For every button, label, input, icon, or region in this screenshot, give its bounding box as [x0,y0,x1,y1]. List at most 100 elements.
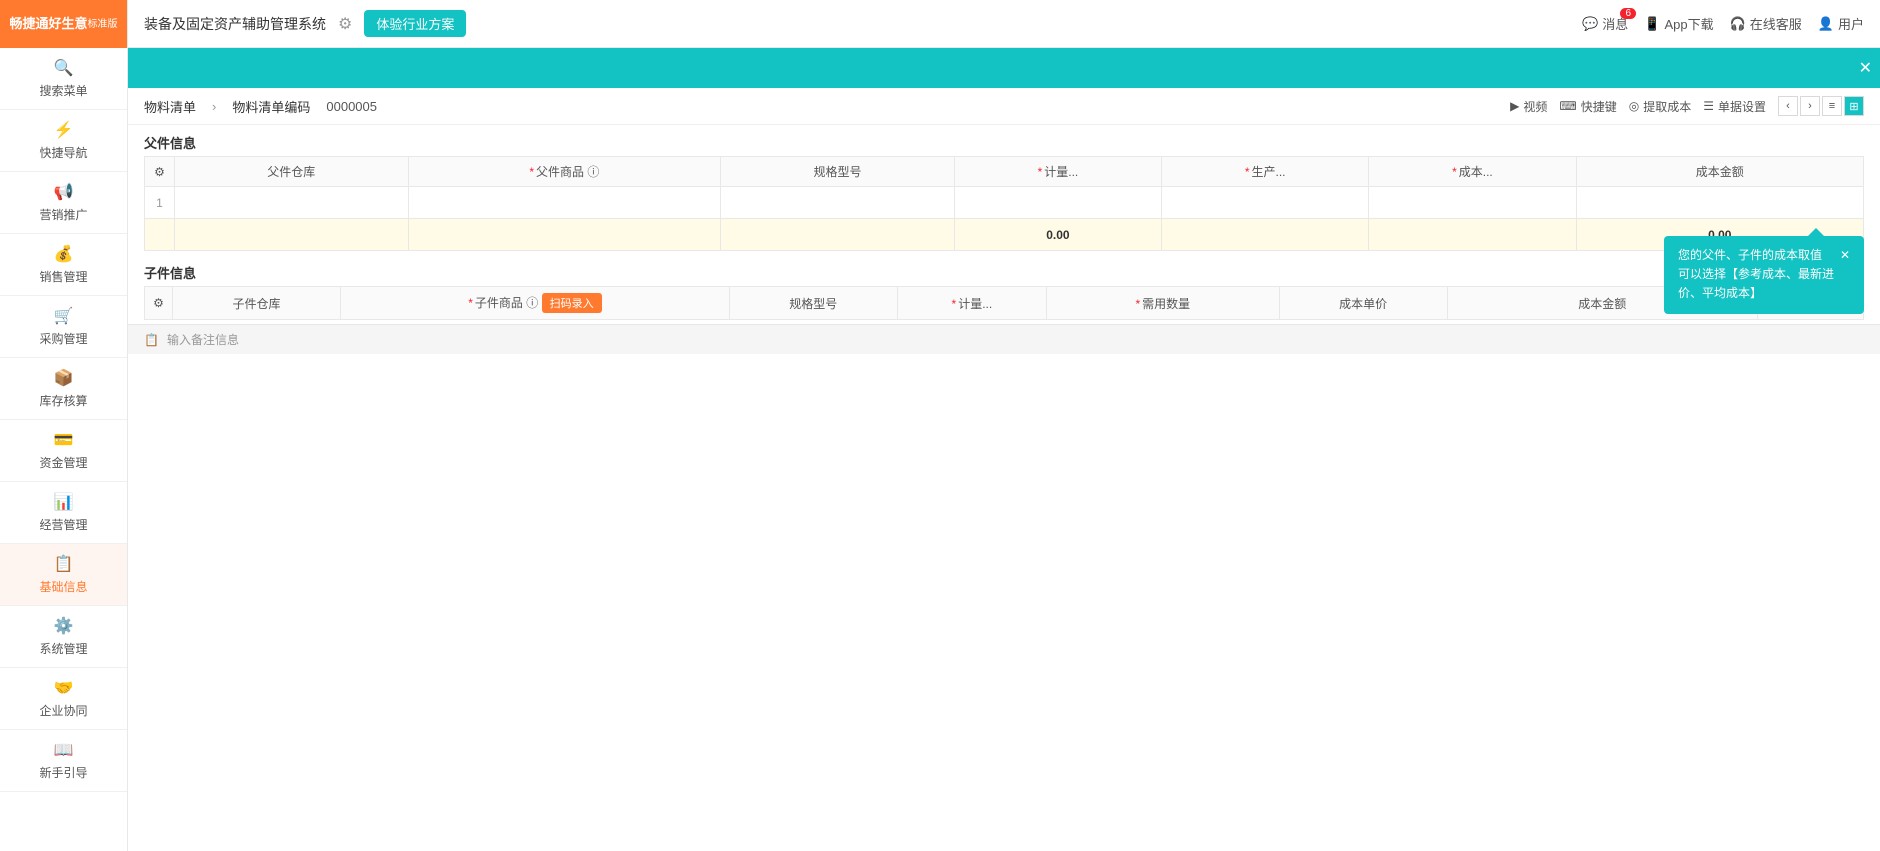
child-table: ⚙ 子件仓库 *子件商品 ⓘ 扫码录入 规格型号 *计量... *需用数量 成本… [144,286,1864,320]
sidebar-label-7: 经营管理 [39,516,87,533]
child-col-settings[interactable]: ⚙ [145,287,173,320]
bottom-icon: 📋 [144,333,159,347]
parent-section-title: 父件信息 [144,133,1864,152]
sidebar-item-3[interactable]: 💰销售管理 [0,234,127,296]
prev-btn[interactable]: ‹ [1778,96,1798,116]
child-col-qty: *需用数量 [1046,287,1279,320]
keyboard-icon: ⌨ [1559,99,1576,113]
header-right: 💬 消息 6 📱 App下载 🎧 在线客服 👤 用户 [1582,14,1864,33]
scan-input-btn[interactable]: 扫码录入 [542,293,602,313]
user-btn[interactable]: 👤 用户 [1818,14,1864,33]
play-icon: ▶ [1510,99,1519,113]
logo-title: 畅捷通好生意 [9,16,87,33]
parent-row-1-amount [1576,187,1863,219]
breadcrumb-item-1[interactable]: 物料清单 [144,97,196,116]
app-download-btn[interactable]: 📱 App下载 [1644,14,1713,33]
settings-icon[interactable]: ⚙ [338,14,352,34]
nav-arrows: ‹ › ≡ ⊞ [1778,96,1864,116]
sidebar-item-2[interactable]: 📢 营销推广 [0,172,127,234]
message-badge: 6 [1620,8,1636,19]
sidebar-label-2: 营销推广 [39,206,87,223]
system-title: 装备及固定资产辅助管理系统 [144,14,326,34]
breadcrumb-bar: 物料清单 › 物料清单编码 0000005 ▶ 视频 ⌨ 快捷键 ◎ 提取成本 … [128,88,1880,125]
bottom-text: 输入备注信息 [167,331,239,348]
parent-row-1-warehouse[interactable] [175,187,409,219]
single-settings-label: 单据设置 [1718,98,1766,115]
list-view-btn[interactable]: ≡ [1822,96,1842,116]
view-btn[interactable]: ▶ 视频 [1510,98,1547,115]
main-content: 装备及固定资产辅助管理系统 ⚙ 体验行业方案 💬 消息 6 📱 App下载 🎧 … [128,0,1880,851]
sidebar-item-6[interactable]: 💳 资金管理 [0,420,127,482]
sidebar-item-0[interactable]: 🔍搜索菜单 [0,48,127,110]
parent-row-1-spec[interactable] [721,187,955,219]
message-btn[interactable]: 💬 消息 6 [1582,14,1628,33]
breadcrumb-item-2: 物料清单编码 [232,97,310,116]
child-col-unit: *计量... [897,287,1046,320]
bottom-bar: 📋 输入备注信息 [128,324,1880,354]
parent-subtotal-empty5 [1369,219,1576,251]
breadcrumb-separator: › [212,99,216,114]
parent-col-spec: 规格型号 [721,157,955,187]
sidebar-label-3: 销售管理 [39,268,87,285]
online-service-btn[interactable]: 🎧 在线客服 [1730,14,1802,33]
sidebar-item-10[interactable]: 🤝 企业协同 [0,668,127,730]
logo-subtitle: 标准版 [88,18,118,31]
parent-col-production: *生产... [1162,157,1369,187]
sidebar-icon-4: 🛒 [54,306,74,326]
parent-col-settings[interactable]: ⚙ [145,157,175,187]
user-label: 用户 [1838,14,1864,33]
parent-row-1-production[interactable] [1162,187,1369,219]
parent-row-1: 1 [145,187,1864,219]
app-download-label: App下载 [1664,14,1713,33]
child-col-spec: 规格型号 [729,287,897,320]
sidebar-icon-5: 📦 [54,368,74,388]
sidebar-item-7[interactable]: 📊 经营管理 [0,482,127,544]
parent-row-1-cost[interactable] [1369,187,1576,219]
parent-subtotal-empty3 [721,219,955,251]
parent-col-warehouse: 父件仓库 [175,157,409,187]
sidebar-icon-2: 📢 [54,182,74,202]
sidebar-icon-10: 🤝 [54,678,74,698]
shortcut-label: 快捷键 [1581,98,1617,115]
tooltip-close-btn[interactable]: ✕ [1840,246,1850,265]
sidebar-item-1[interactable]: ⚡ 快捷导航 [0,110,127,172]
sidebar-label-0: 搜索菜单 [39,82,87,99]
sidebar-label-11: 新手引导 [39,764,87,781]
parent-subtotal-empty2 [408,219,721,251]
sidebar-label-8: 基础信息 [39,578,87,595]
sidebar-icon-1: ⚡ [54,120,74,140]
parent-subtotal-empty4 [1162,219,1369,251]
parent-row-1-num: 1 [145,187,175,219]
header-left: 装备及固定资产辅助管理系统 ⚙ 体验行业方案 [144,10,466,37]
parent-subtotal-row: 0.00 0.00 [145,219,1864,251]
user-icon: 👤 [1818,16,1834,32]
sidebar-item-9[interactable]: ⚙️系统管理 [0,606,127,668]
child-col-warehouse: 子件仓库 [173,287,341,320]
shortcut-btn[interactable]: ⌨ 快捷键 [1559,98,1616,115]
extract-cost-btn[interactable]: ◎ 提取成本 [1629,98,1692,115]
sidebar-label-1: 快捷导航 [39,144,87,161]
sidebar-label-6: 资金管理 [39,454,87,471]
next-btn[interactable]: › [1800,96,1820,116]
sidebar-label-4: 采购管理 [39,330,87,347]
sidebar-item-4[interactable]: 🛒 采购管理 [0,296,127,358]
sidebar-icon-9: ⚙️ [54,616,74,636]
tooltip-text: 您的父件、子件的成本取值可以选择【参考成本、最新进价、平均成本】 [1678,248,1834,300]
parent-col-unit: *计量... [954,157,1161,187]
sidebar-icon-7: 📊 [54,492,74,512]
sidebar-item-5[interactable]: 📦 库存核算 [0,358,127,420]
sidebar-item-8[interactable]: 📋基础信息 [0,544,127,606]
close-all-icon[interactable]: ✕ [1859,58,1872,78]
nav-tabs: ✕ [128,48,1880,88]
sidebar-item-11[interactable]: 📖新手引导 [0,730,127,792]
parent-row-1-unit[interactable] [954,187,1161,219]
trial-button[interactable]: 体验行业方案 [364,10,466,37]
sidebar-label-5: 库存核算 [39,392,87,409]
sidebar-label-10: 企业协同 [39,702,87,719]
online-service-label: 在线客服 [1750,14,1802,33]
single-settings-btn[interactable]: ☰ 单据设置 [1703,98,1766,115]
parent-subtotal-label [145,219,175,251]
grid-view-btn[interactable]: ⊞ [1844,96,1864,116]
sidebar-icon-6: 💳 [54,430,74,450]
parent-row-1-product[interactable] [408,187,721,219]
